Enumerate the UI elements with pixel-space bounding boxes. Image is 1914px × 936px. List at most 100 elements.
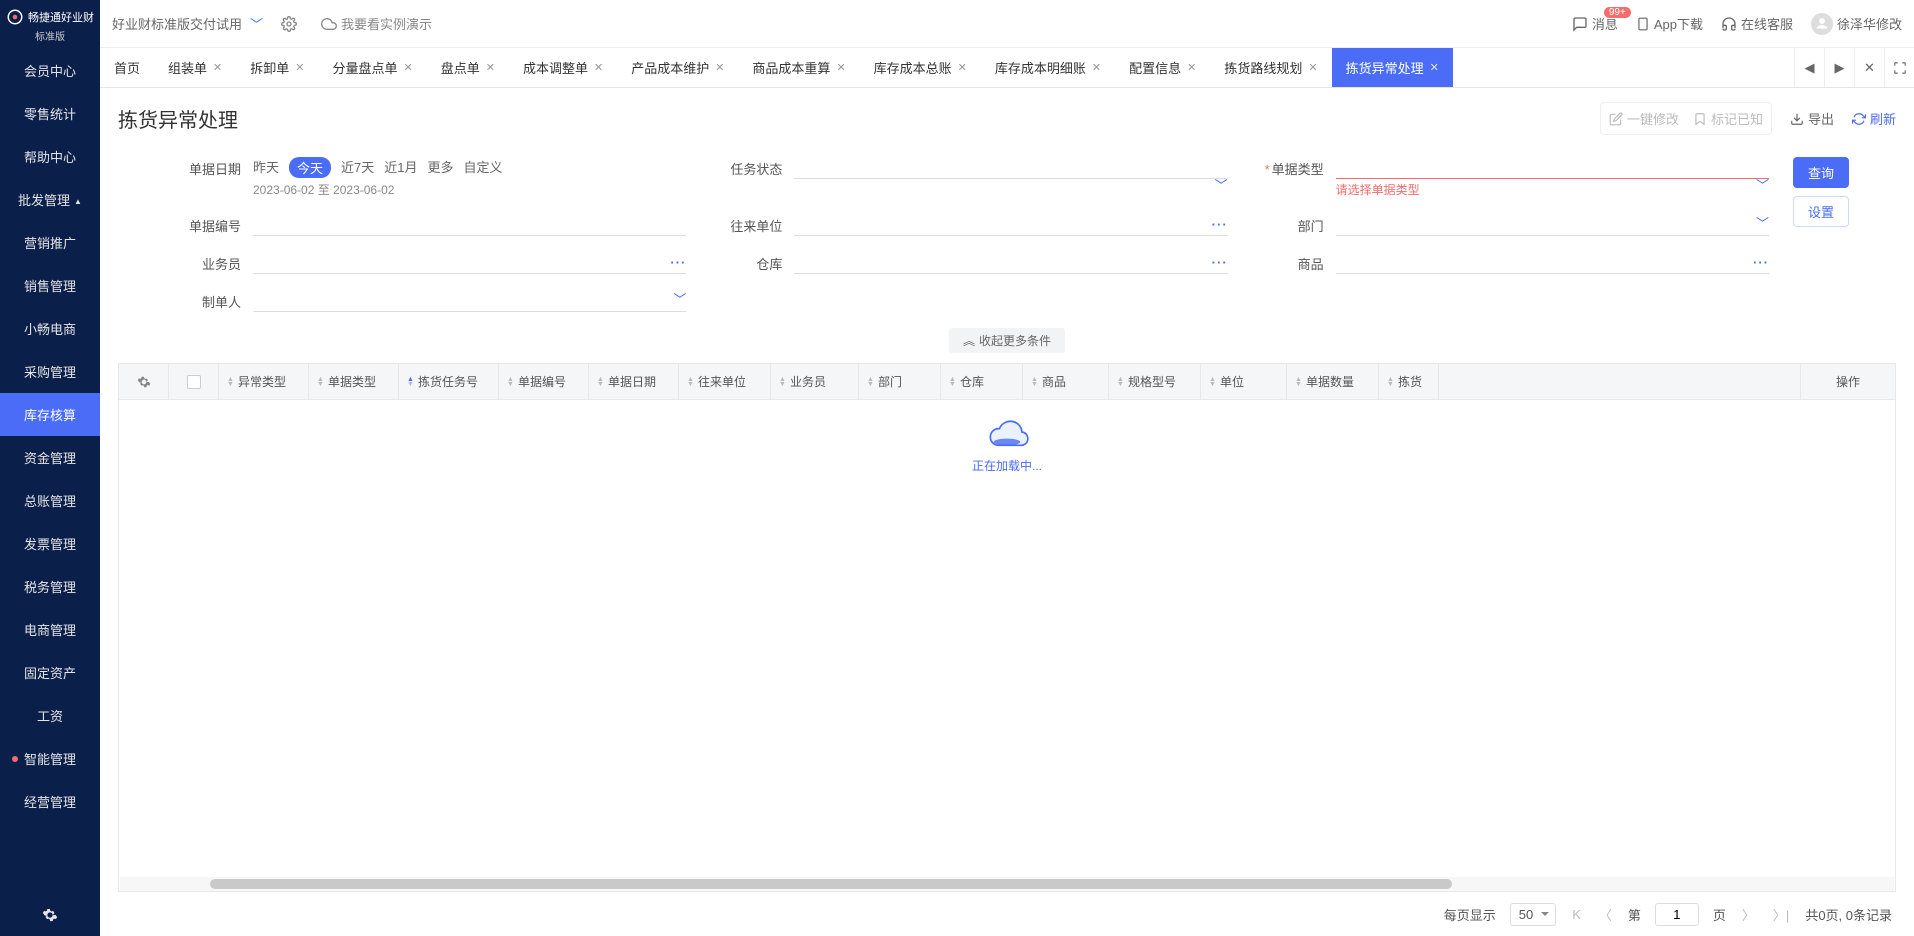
sales-input[interactable] — [253, 252, 686, 274]
sidebar-item-11[interactable]: 发票管理 — [0, 522, 100, 565]
sort-icon[interactable]: ▲▼ — [779, 377, 786, 387]
column-header-4[interactable]: ▲▼单据日期 — [589, 364, 679, 399]
user-menu[interactable]: 徐泽华修改 — [1811, 13, 1902, 35]
tab-7[interactable]: 商品成本重算✕ — [738, 48, 859, 87]
close-icon[interactable]: ✕ — [594, 61, 603, 74]
sort-icon[interactable]: ▲▼ — [687, 377, 694, 387]
tab-1[interactable]: 组装单✕ — [154, 48, 236, 87]
type-input[interactable] — [1336, 157, 1769, 179]
more-icon[interactable]: ··· — [670, 255, 686, 270]
sort-icon[interactable]: ▲▼ — [1209, 377, 1216, 387]
date-option-2[interactable]: 近7天 — [341, 157, 374, 178]
sidebar-item-9[interactable]: 资金管理 — [0, 436, 100, 479]
chevron-down-icon[interactable]: ﹀ — [673, 289, 686, 308]
date-option-1[interactable]: 今天 — [289, 157, 331, 178]
sidebar-item-14[interactable]: 固定资产 — [0, 651, 100, 694]
sidebar-item-4[interactable]: 营销推广 — [0, 221, 100, 264]
column-header-11[interactable]: ▲▼单位 — [1201, 364, 1287, 399]
sort-icon[interactable]: ▲▼ — [1031, 377, 1038, 387]
tab-9[interactable]: 库存成本明细账✕ — [981, 48, 1115, 87]
checkbox[interactable] — [187, 375, 201, 389]
sort-icon[interactable]: ▲▼ — [1295, 377, 1302, 387]
sort-icon[interactable]: ▲▼ — [867, 377, 874, 387]
chevron-down-icon[interactable]: ﹀ — [1756, 213, 1769, 232]
sort-icon[interactable]: ▲▼ — [1387, 377, 1394, 387]
scrollbar-thumb[interactable] — [210, 879, 1452, 889]
product-selector[interactable]: 好业财标准版交付试用 ﹀ — [112, 14, 263, 33]
page-input[interactable] — [1655, 903, 1699, 926]
batch-edit-button[interactable]: 一键修改 — [1609, 109, 1679, 128]
sort-icon[interactable]: ▲▼ — [407, 377, 414, 387]
column-header-10[interactable]: ▲▼规格型号 — [1109, 364, 1201, 399]
close-icon[interactable]: ✕ — [295, 61, 304, 74]
column-header-3[interactable]: ▲▼单据编号 — [499, 364, 589, 399]
partner-input[interactable] — [794, 214, 1227, 236]
date-option-3[interactable]: 近1月 — [384, 157, 417, 178]
chevron-down-icon[interactable]: ﹀ — [1215, 175, 1228, 194]
column-header-5[interactable]: ▲▼往来单位 — [679, 364, 771, 399]
prev-page-button[interactable]: 〈 — [1597, 905, 1614, 924]
sidebar-item-12[interactable]: 税务管理 — [0, 565, 100, 608]
close-icon[interactable]: ✕ — [1092, 61, 1101, 74]
tab-11[interactable]: 拣货路线规划✕ — [1210, 48, 1331, 87]
collapse-toggle[interactable]: ︽ 收起更多条件 — [949, 328, 1065, 353]
table-settings-cell[interactable] — [119, 364, 169, 399]
column-header-12[interactable]: ▲▼单据数量 — [1287, 364, 1379, 399]
tab-2[interactable]: 拆卸单✕ — [236, 48, 318, 87]
sort-icon[interactable]: ▲▼ — [317, 377, 324, 387]
messages-button[interactable]: 消息 99+ — [1572, 14, 1618, 33]
status-input[interactable] — [794, 157, 1227, 179]
more-icon[interactable]: ··· — [1212, 255, 1228, 270]
close-icon[interactable]: ✕ — [404, 61, 413, 74]
date-option-0[interactable]: 昨天 — [253, 157, 279, 178]
sidebar-item-13[interactable]: 电商管理 — [0, 608, 100, 651]
app-download-button[interactable]: App下载 — [1636, 14, 1703, 33]
sidebar-item-17[interactable]: 经营管理 — [0, 780, 100, 823]
tab-0[interactable]: 首页 — [100, 48, 154, 87]
next-page-button[interactable]: 〉 — [1740, 905, 1757, 924]
demo-link[interactable]: 我要看实例演示 — [321, 14, 432, 33]
column-header-7[interactable]: ▲▼部门 — [859, 364, 941, 399]
goods-input[interactable] — [1336, 252, 1769, 274]
sidebar-item-10[interactable]: 总账管理 — [0, 479, 100, 522]
sidebar-item-2[interactable]: 帮助中心 — [0, 135, 100, 178]
tab-4[interactable]: 盘点单✕ — [427, 48, 509, 87]
tabs-scroll-left[interactable]: ◀ — [1794, 48, 1824, 87]
date-option-4[interactable]: 更多 — [428, 157, 454, 178]
sidebar-item-16[interactable]: 智能管理 — [0, 737, 100, 780]
sidebar-item-3[interactable]: 批发管理 — [0, 178, 100, 221]
date-option-5[interactable]: 自定义 — [464, 157, 503, 178]
refresh-button[interactable]: 刷新 — [1852, 109, 1896, 128]
sort-icon[interactable]: ▲▼ — [949, 377, 956, 387]
settings-icon[interactable] — [42, 907, 58, 923]
topbar-settings[interactable] — [281, 16, 297, 32]
sidebar-item-0[interactable]: 会员中心 — [0, 49, 100, 92]
column-header-2[interactable]: ▲▼拣货任务号 — [399, 364, 499, 399]
first-page-button[interactable]: K — [1570, 907, 1583, 922]
tab-12[interactable]: 拣货异常处理✕ — [1332, 48, 1453, 87]
sidebar-item-1[interactable]: 零售统计 — [0, 92, 100, 135]
tab-6[interactable]: 产品成本维护✕ — [617, 48, 738, 87]
column-header-0[interactable]: ▲▼异常类型 — [219, 364, 309, 399]
more-icon[interactable]: ··· — [1212, 217, 1228, 232]
last-page-button[interactable]: 〉| — [1771, 905, 1791, 924]
column-header-9[interactable]: ▲▼商品 — [1023, 364, 1109, 399]
tabs-close-all[interactable]: ✕ — [1854, 48, 1884, 87]
tab-3[interactable]: 分量盘点单✕ — [318, 48, 426, 87]
warehouse-input[interactable] — [794, 252, 1227, 274]
sidebar-item-8[interactable]: 库存核算 — [0, 393, 100, 436]
sort-icon[interactable]: ▲▼ — [227, 377, 234, 387]
query-button[interactable]: 查询 — [1793, 157, 1849, 188]
customer-service-button[interactable]: 在线客服 — [1721, 14, 1793, 33]
sort-icon[interactable]: ▲▼ — [1117, 377, 1124, 387]
no-input[interactable] — [253, 214, 686, 236]
select-all-cell[interactable] — [169, 364, 219, 399]
close-icon[interactable]: ✕ — [486, 61, 495, 74]
column-header-13[interactable]: ▲▼拣货 — [1379, 364, 1439, 399]
horizontal-scrollbar[interactable] — [120, 877, 1894, 891]
close-icon[interactable]: ✕ — [836, 61, 845, 74]
maker-input[interactable] — [253, 290, 686, 312]
close-icon[interactable]: ✕ — [1430, 61, 1439, 74]
dept-input[interactable] — [1336, 214, 1769, 236]
tab-8[interactable]: 库存成本总账✕ — [860, 48, 981, 87]
